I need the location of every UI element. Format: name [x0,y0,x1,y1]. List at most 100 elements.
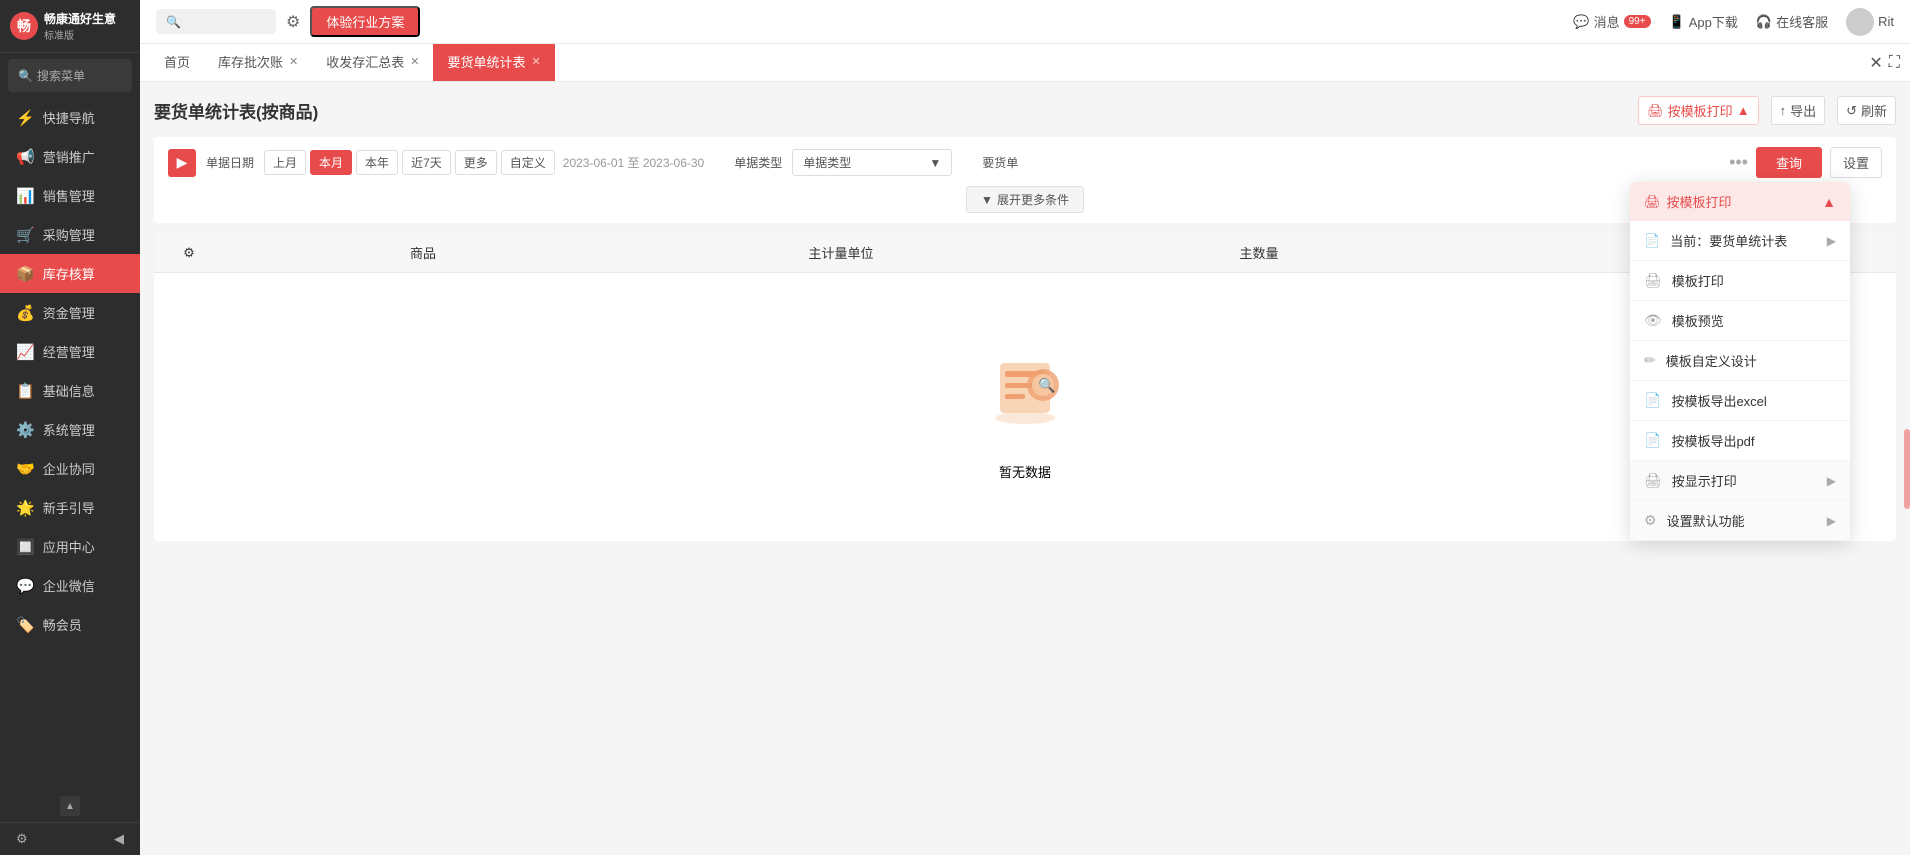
apps-icon: 🔲 [16,538,35,556]
th-settings[interactable]: ⚙ [164,245,214,261]
settings-icon[interactable]: ⚙ [16,831,28,847]
guide-icon: 🌟 [16,499,35,517]
tab-order-close[interactable]: ✕ [532,55,541,68]
logo-text: 畅康通好生意 标准版 [44,10,116,42]
tab-receipt-close[interactable]: ✕ [410,55,419,68]
dropdown-item-template-custom[interactable]: ✏ 模板自定义设计 [1630,341,1850,381]
basic-icon: 📋 [16,382,35,400]
type-select[interactable]: 单据类型 ▼ [792,149,952,176]
sidebar-search[interactable]: 🔍 搜索菜单 [8,59,132,92]
sidebar-item-apps[interactable]: 🔲 应用中心 [0,527,140,566]
settings-button[interactable]: 设置 [1830,147,1882,178]
sidebar-item-label: 新手引导 [43,498,95,517]
sidebar-item-label: 资金管理 [43,303,95,322]
template-print-label: 按模板打印 [1668,101,1733,120]
display-print-arrow: ▶ [1827,474,1836,488]
app-download-button[interactable]: 📱 App下载 [1669,12,1738,31]
tab-home[interactable]: 首页 [150,44,204,81]
dropdown-item-export-pdf[interactable]: 📄 按模板导出pdf [1630,421,1850,461]
empty-illustration: 🔍 [975,333,1075,452]
display-print-label: 按显示打印 [1672,471,1737,490]
tab-home-label: 首页 [164,52,190,71]
sidebar-item-marketing[interactable]: 📢 营销推广 [0,137,140,176]
custom-btn[interactable]: 自定义 [501,150,555,175]
tab-receipt-summary[interactable]: 收发存汇总表 ✕ [312,44,433,81]
last-month-btn[interactable]: 上月 [264,150,306,175]
refresh-button[interactable]: ↺ 刷新 [1837,96,1896,125]
user-area[interactable]: Rit [1846,8,1894,36]
dropdown-item-template-preview[interactable]: 👁 模板预览 [1630,301,1850,341]
sidebar-item-collab[interactable]: 🤝 企业协同 [0,449,140,488]
sidebar-item-inventory[interactable]: 📦 库存核算 [0,254,140,293]
topbar-right: 💬 消息 99+ 📱 App下载 🎧 在线客服 Rit [1573,8,1894,36]
filter-toggle[interactable]: ▶ [168,149,196,177]
sidebar-item-basic[interactable]: 📋 基础信息 [0,371,140,410]
tab-order-label: 要货单统计表 [447,52,525,71]
settings-gear-icon: ⚙ [183,245,195,260]
dropdown-title: 🖨 按模板打印 [1644,192,1732,211]
collab-icon: 🤝 [16,460,35,478]
this-year-btn[interactable]: 本年 [356,150,398,175]
sidebar-item-business[interactable]: 📈 经营管理 [0,332,140,371]
tab-order-stats[interactable]: 要货单统计表 ✕ [433,44,554,81]
export-label: 导出 [1790,101,1816,120]
sidebar-item-sales[interactable]: 📊 销售管理 [0,176,140,215]
more-options-icon[interactable]: ••• [1729,152,1748,173]
export-button[interactable]: ↑ 导出 [1771,96,1826,125]
scrollbar[interactable] [1904,429,1910,509]
page-actions: 🖨 按模板打印 ▲ ↑ 导出 ↺ 刷新 [1638,96,1896,125]
online-service-button[interactable]: 🎧 在线客服 [1756,12,1828,31]
template-print-dropdown: 🖨 按模板打印 ▲ 📄 当前：要货单统计表 ▶ 🖨 模板打印 👁 模板预览 ✏ [1630,182,1850,541]
export-excel-icon: 📄 [1644,392,1661,409]
tab-batch-account-close[interactable]: ✕ [289,55,298,68]
topbar-gear-icon[interactable]: ⚙ [286,12,300,32]
sidebar: 畅 畅康通好生意 标准版 🔍 搜索菜单 ⚡ 快捷导航 📢 营销推广 📊 销售管理… [0,0,140,855]
dropdown-item-default-fn[interactable]: ⚙ 设置默认功能 ▶ [1630,501,1850,541]
dropdown-item-display-print[interactable]: 🖨 按显示打印 ▶ [1630,461,1850,501]
query-button[interactable]: 查询 [1756,147,1822,178]
last-7-btn[interactable]: 近7天 [402,150,451,175]
sidebar-item-guide[interactable]: 🌟 新手引导 [0,488,140,527]
search-label: 搜索菜单 [37,67,85,84]
message-button[interactable]: 💬 消息 99+ [1573,12,1650,31]
search-icon: 🔍 [18,69,33,83]
dropdown-close-btn[interactable]: ▲ [1822,194,1836,210]
template-print-button[interactable]: 🖨 按模板打印 ▲ [1638,96,1758,125]
sidebar-item-wechat[interactable]: 💬 企业微信 [0,566,140,605]
template-preview-label: 模板预览 [1672,311,1724,330]
sidebar-item-finance[interactable]: 💰 资金管理 [0,293,140,332]
topbar-search-text [185,13,233,30]
sidebar-scroll-up[interactable]: ▲ [60,796,80,816]
app-name: 畅康通好生意 [44,10,116,27]
chevron-up-icon: ▲ [1737,103,1750,118]
type-select-value: 单据类型 [803,154,851,171]
topbar-search[interactable]: 🔍 [156,9,276,34]
template-custom-icon: ✏ [1644,352,1656,369]
tab-batch-account[interactable]: 库存批次账 ✕ [204,44,312,81]
th-quantity: 主数量 [1050,243,1468,262]
expand-button[interactable]: ▼ 展开更多条件 [966,186,1084,213]
wechat-icon: 💬 [16,577,35,595]
sidebar-item-system[interactable]: ⚙️ 系统管理 [0,410,140,449]
trial-button[interactable]: 体验行业方案 [310,6,420,37]
dropdown-item-export-excel[interactable]: 📄 按模板导出excel [1630,381,1850,421]
this-month-btn[interactable]: 本月 [310,150,352,175]
sidebar-logo: 畅 畅康通好生意 标准版 [0,0,140,53]
print-icon: 🖨 [1647,103,1664,119]
export-pdf-icon: 📄 [1644,432,1661,449]
sidebar-item-member[interactable]: 🏷️ 畅会员 [0,605,140,644]
refresh-icon: ↺ [1846,103,1857,119]
default-fn-icon: ⚙ [1644,512,1657,529]
dropdown-item-template-print[interactable]: 🖨 模板打印 [1630,261,1850,301]
tab-expand-btn[interactable]: ⛶ [1889,54,1900,72]
sidebar-item-purchase[interactable]: 🛒 采购管理 [0,215,140,254]
sidebar-item-label: 经营管理 [43,342,95,361]
message-badge: 99+ [1624,15,1651,28]
tab-close-btn[interactable]: ✕ [1869,53,1882,73]
sidebar-item-label: 系统管理 [43,420,95,439]
finance-icon: 💰 [16,304,35,322]
dropdown-item-current[interactable]: 📄 当前：要货单统计表 ▶ [1630,221,1850,261]
collapse-icon[interactable]: ◀ [114,831,124,847]
sidebar-item-quick-nav[interactable]: ⚡ 快捷导航 [0,98,140,137]
more-btn[interactable]: 更多 [455,150,497,175]
